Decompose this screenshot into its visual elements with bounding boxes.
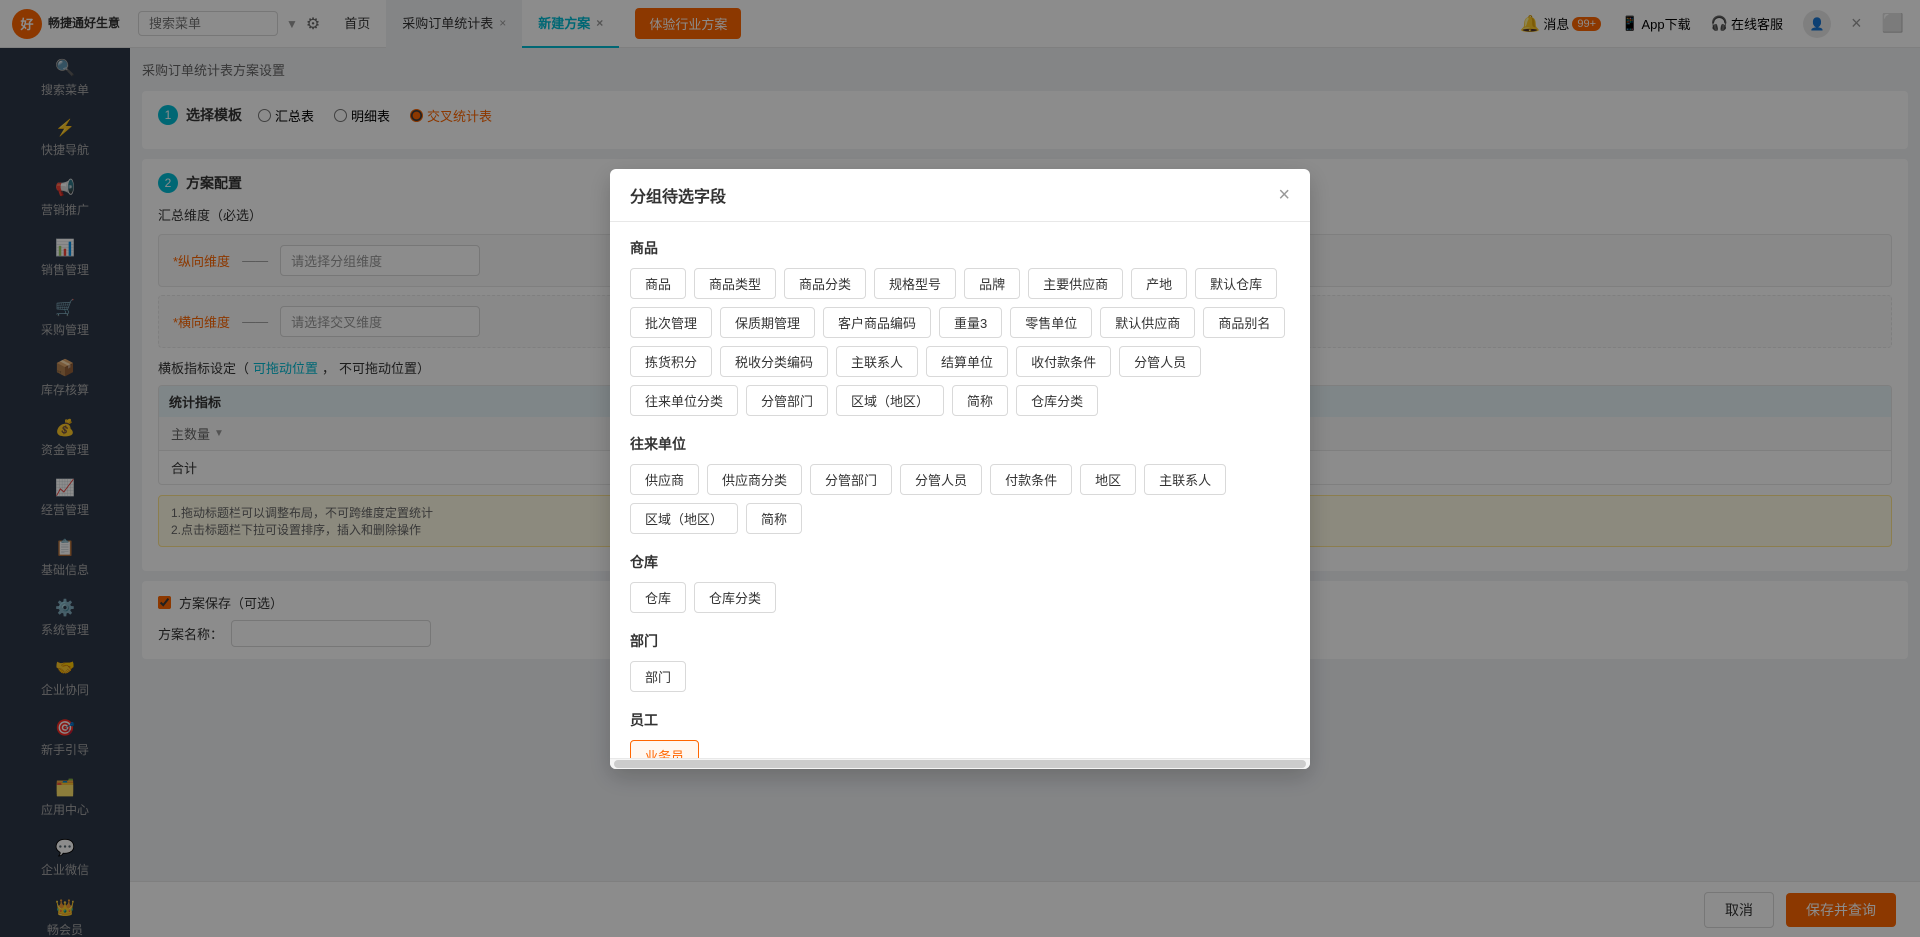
dialog-title: 分组待选字段	[630, 183, 726, 207]
field-tag-payment-terms[interactable]: 收付款条件	[1016, 346, 1111, 377]
field-group-staff: 员工 业务员	[630, 710, 1290, 758]
field-tag-department[interactable]: 部门	[630, 661, 686, 692]
dialog-body: 商品 商品 商品类型 商品分类 规格型号 品牌 主要供应商 产地 默认仓库 批次…	[610, 222, 1310, 758]
group-party-title: 往来单位	[630, 434, 1290, 454]
field-tag-goods-type[interactable]: 商品类型	[694, 268, 776, 299]
group-warehouse-fields: 仓库 仓库分类	[630, 582, 1290, 613]
field-tag-batch-manage[interactable]: 批次管理	[630, 307, 712, 338]
field-tag-supplier-category[interactable]: 供应商分类	[707, 464, 802, 495]
field-tag-supplier[interactable]: 供应商	[630, 464, 699, 495]
field-tag-goods-alias[interactable]: 商品别名	[1203, 307, 1285, 338]
field-tag-salesperson[interactable]: 业务员	[630, 740, 699, 758]
field-tag-brand[interactable]: 品牌	[964, 268, 1020, 299]
field-tag-manager[interactable]: 分管人员	[1119, 346, 1201, 377]
dialog-overlay: 分组待选字段 × 商品 商品 商品类型 商品分类 规格型号 品牌 主要供应商 产…	[0, 0, 1920, 937]
field-tag-region1[interactable]: 区域（地区）	[836, 385, 944, 416]
field-tag-tax-code[interactable]: 税收分类编码	[720, 346, 828, 377]
group-dept-title: 部门	[630, 631, 1290, 651]
field-tag-customer-code[interactable]: 客户商品编码	[823, 307, 931, 338]
group-party-fields: 供应商 供应商分类 分管部门 分管人员 付款条件 地区 主联系人 区域（地区） …	[630, 464, 1290, 534]
group-staff-title: 员工	[630, 710, 1290, 730]
group-warehouse-title: 仓库	[630, 552, 1290, 572]
group-goods-fields: 商品 商品类型 商品分类 规格型号 品牌 主要供应商 产地 默认仓库 批次管理 …	[630, 268, 1290, 416]
field-tag-warehouse-category[interactable]: 仓库分类	[1016, 385, 1098, 416]
field-tag-default-supplier[interactable]: 默认供应商	[1100, 307, 1195, 338]
field-tag-region2[interactable]: 区域（地区）	[630, 503, 738, 534]
group-dept-fields: 部门	[630, 661, 1290, 692]
field-tag-main-contact[interactable]: 主联系人	[836, 346, 918, 377]
horizontal-scrollbar[interactable]	[614, 760, 1306, 768]
dialog-header: 分组待选字段 ×	[610, 169, 1310, 222]
field-tag-origin[interactable]: 产地	[1131, 268, 1187, 299]
field-tag-goods-category[interactable]: 商品分类	[784, 268, 866, 299]
field-group-dept: 部门 部门	[630, 631, 1290, 692]
field-tag-quality-manage[interactable]: 保质期管理	[720, 307, 815, 338]
field-tag-retail-unit[interactable]: 零售单位	[1010, 307, 1092, 338]
field-tag-settle-unit[interactable]: 结算单位	[926, 346, 1008, 377]
field-tag-goods[interactable]: 商品	[630, 268, 686, 299]
field-group-goods: 商品 商品 商品类型 商品分类 规格型号 品牌 主要供应商 产地 默认仓库 批次…	[630, 238, 1290, 416]
field-tag-pay-terms[interactable]: 付款条件	[990, 464, 1072, 495]
field-group-warehouse: 仓库 仓库 仓库分类	[630, 552, 1290, 613]
field-tag-abbr2[interactable]: 简称	[746, 503, 802, 534]
field-tag-manage-person[interactable]: 分管人员	[900, 464, 982, 495]
field-tag-abbr1[interactable]: 简称	[952, 385, 1008, 416]
dialog-close-button[interactable]: ×	[1278, 185, 1290, 205]
group-staff-fields: 业务员	[630, 740, 1290, 758]
dialog-scrollbar-bottom	[610, 758, 1310, 769]
field-tag-main-contact2[interactable]: 主联系人	[1144, 464, 1226, 495]
group-goods-title: 商品	[630, 238, 1290, 258]
field-tag-main-supplier[interactable]: 主要供应商	[1028, 268, 1123, 299]
field-tag-dept-manage[interactable]: 分管部门	[746, 385, 828, 416]
field-tag-spec[interactable]: 规格型号	[874, 268, 956, 299]
field-tag-default-warehouse[interactable]: 默认仓库	[1195, 268, 1277, 299]
field-tag-weight3[interactable]: 重量3	[939, 307, 1002, 338]
field-tag-warehouse[interactable]: 仓库	[630, 582, 686, 613]
field-group-party: 往来单位 供应商 供应商分类 分管部门 分管人员 付款条件 地区 主联系人 区域…	[630, 434, 1290, 534]
field-tag-dept[interactable]: 分管部门	[810, 464, 892, 495]
field-tag-area[interactable]: 地区	[1080, 464, 1136, 495]
dialog: 分组待选字段 × 商品 商品 商品类型 商品分类 规格型号 品牌 主要供应商 产…	[610, 169, 1310, 769]
field-tag-warehouse-cat[interactable]: 仓库分类	[694, 582, 776, 613]
field-tag-party-category[interactable]: 往来单位分类	[630, 385, 738, 416]
field-tag-pick-points[interactable]: 拣货积分	[630, 346, 712, 377]
